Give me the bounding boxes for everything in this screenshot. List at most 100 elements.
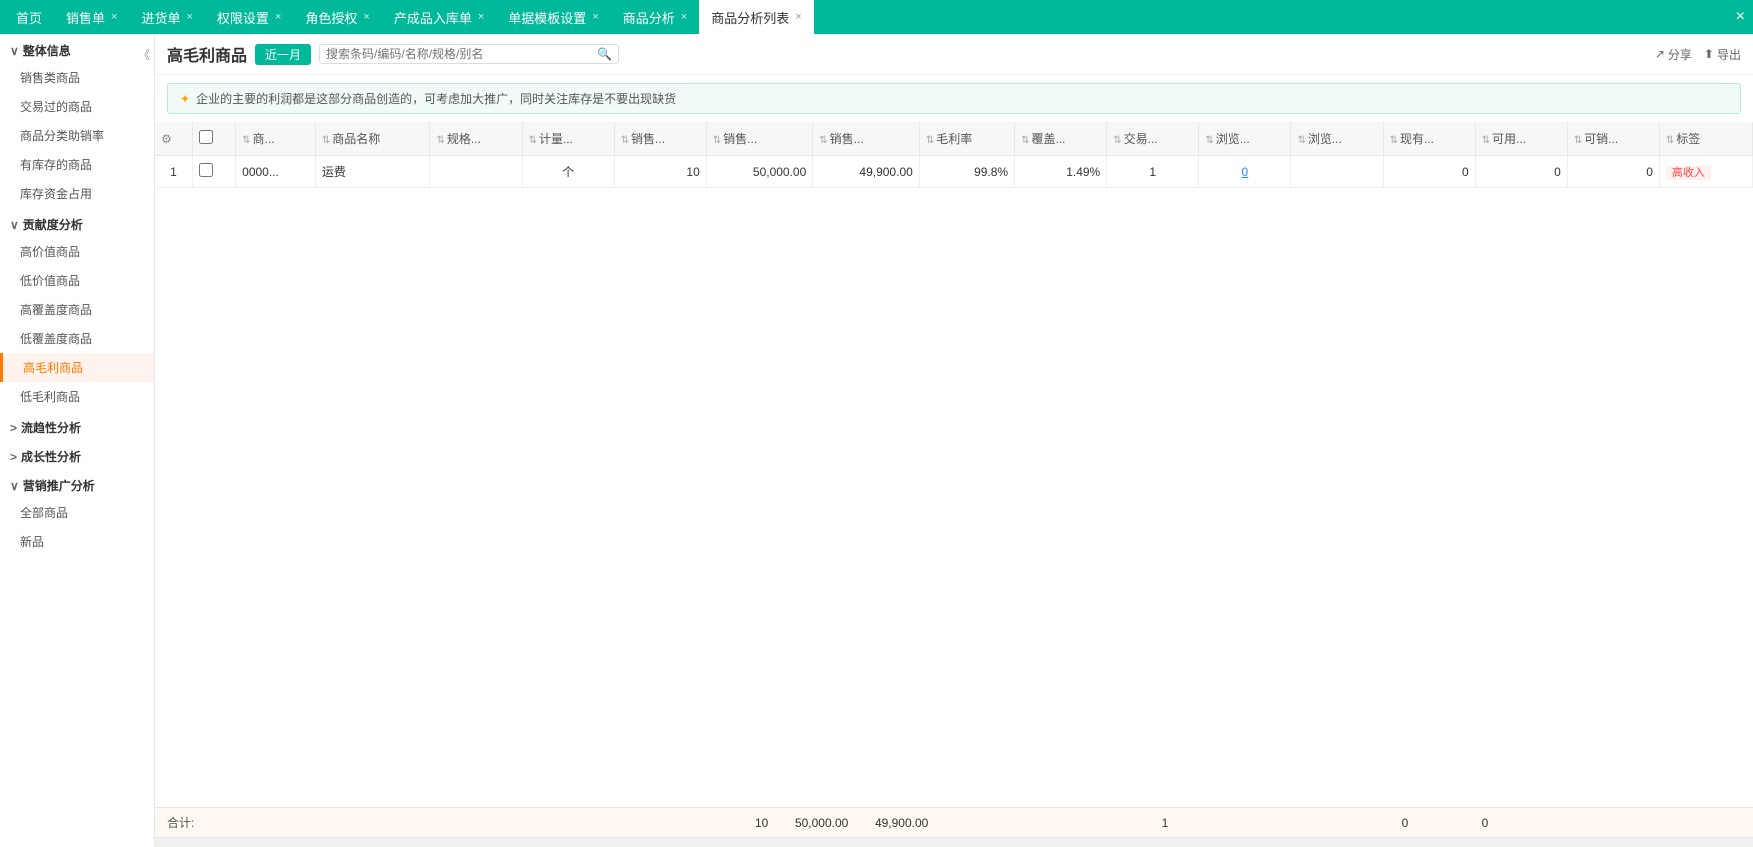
- sort-icon-9: ⇅: [926, 135, 934, 146]
- sidebar-group-2[interactable]: >流趋性分析: [0, 411, 154, 440]
- col-header-2[interactable]: ⇅商...: [236, 122, 316, 156]
- footer-empty5: [534, 816, 614, 830]
- table-wrapper: ⚙⇅商...⇅商品名称⇅规格...⇅计量...⇅销售...⇅销售...⇅销售..…: [155, 122, 1753, 807]
- footer-empty9: [1174, 816, 1254, 830]
- header-actions: ↗ 分享 ⬆ 导出: [1655, 46, 1741, 63]
- nav-close-7[interactable]: ×: [681, 11, 687, 23]
- col-label-8: 销售...: [830, 132, 864, 146]
- row-checkbox[interactable]: [192, 156, 235, 188]
- select-all-checkbox[interactable]: [199, 130, 213, 144]
- sidebar-group-1[interactable]: ∨贡献度分析: [0, 208, 154, 237]
- sidebar-group-label-0: 整体信息: [23, 42, 71, 59]
- col-header-14[interactable]: ⇅现有...: [1383, 122, 1475, 156]
- search-box: 🔍: [319, 44, 619, 64]
- nav-item-7[interactable]: 商品分析×: [611, 0, 699, 34]
- sidebar-group-4[interactable]: ∨营销推广分析: [0, 469, 154, 498]
- nav-item-4[interactable]: 角色授权×: [293, 0, 381, 34]
- col-header-6[interactable]: ⇅销售...: [614, 122, 706, 156]
- col-label-3: 商品名称: [332, 132, 380, 146]
- search-input[interactable]: [326, 47, 597, 61]
- export-button[interactable]: ⬆ 导出: [1704, 46, 1741, 63]
- sort-icon-5: ⇅: [529, 135, 537, 146]
- nav-close-8[interactable]: ×: [795, 11, 801, 23]
- col-header-16[interactable]: ⇅可销...: [1567, 122, 1659, 156]
- table-header-row: ⚙⇅商...⇅商品名称⇅规格...⇅计量...⇅销售...⇅销售...⇅销售..…: [155, 122, 1753, 156]
- col-label-7: 销售...: [723, 132, 757, 146]
- col-header-5[interactable]: ⇅计量...: [522, 122, 614, 156]
- sidebar-item-0-1[interactable]: 交易过的商品: [0, 92, 154, 121]
- main-layout: 《 ∨整体信息销售类商品交易过的商品商品分类助销率有库存的商品库存资金占用∨贡献…: [0, 34, 1753, 847]
- scroll-bar[interactable]: [155, 837, 1753, 847]
- sort-icon-2: ⇅: [242, 135, 250, 146]
- col-header-4[interactable]: ⇅规格...: [430, 122, 522, 156]
- nav-item-3[interactable]: 权限设置×: [205, 0, 293, 34]
- col-header-11[interactable]: ⇅交易...: [1107, 122, 1199, 156]
- nav-item-2[interactable]: 进货单×: [129, 0, 204, 34]
- close-all-icon[interactable]: ×: [1736, 8, 1745, 26]
- settings-icon[interactable]: ⚙: [161, 132, 172, 146]
- nav-close-1[interactable]: ×: [111, 11, 117, 23]
- col-header-0[interactable]: ⚙: [155, 122, 192, 156]
- col-header-12[interactable]: ⇅浏览...: [1199, 122, 1291, 156]
- nav-close-2[interactable]: ×: [186, 11, 192, 23]
- nav-item-5[interactable]: 产成品入库单×: [382, 0, 496, 34]
- sort-icon-13: ⇅: [1297, 135, 1305, 146]
- col-header-8[interactable]: ⇅销售...: [813, 122, 920, 156]
- sidebar-group-0[interactable]: ∨整体信息: [0, 34, 154, 63]
- col-header-13[interactable]: ⇅浏览...: [1291, 122, 1383, 156]
- footer-available: 0: [1414, 816, 1494, 830]
- footer-sales2: 50,000.00: [774, 816, 854, 830]
- sidebar-item-1-2[interactable]: 高覆盖度商品: [0, 295, 154, 324]
- sidebar-item-0-0[interactable]: 销售类商品: [0, 63, 154, 92]
- sidebar-arrow-4: ∨: [10, 479, 19, 493]
- period-button[interactable]: 近一月: [255, 44, 311, 65]
- sidebar-item-1-1[interactable]: 低价值商品: [0, 266, 154, 295]
- row-current: 0: [1383, 156, 1475, 188]
- nav-close-3[interactable]: ×: [275, 11, 281, 23]
- col-header-7[interactable]: ⇅销售...: [706, 122, 813, 156]
- row-transactions: 1: [1107, 156, 1199, 188]
- col-label-12: 浏览...: [1216, 132, 1250, 146]
- row-browse1[interactable]: 0: [1199, 156, 1291, 188]
- col-header-15[interactable]: ⇅可用...: [1475, 122, 1567, 156]
- browse-link[interactable]: 0: [1242, 165, 1249, 179]
- sidebar-group-3[interactable]: >成长性分析: [0, 440, 154, 469]
- nav-item-1[interactable]: 销售单×: [54, 0, 129, 34]
- col-header-17[interactable]: ⇅标签: [1659, 122, 1752, 156]
- footer-empty1: [214, 816, 294, 830]
- share-button[interactable]: ↗ 分享: [1655, 46, 1692, 63]
- col-header-1[interactable]: [192, 122, 235, 156]
- footer-transactions: 1: [1094, 816, 1174, 830]
- sidebar-item-0-4[interactable]: 库存资金占用: [0, 179, 154, 208]
- nav-item-8[interactable]: 商品分析列表×: [699, 0, 813, 34]
- nav-close-6[interactable]: ×: [592, 11, 598, 23]
- table-header: ⚙⇅商...⇅商品名称⇅规格...⇅计量...⇅销售...⇅销售...⇅销售..…: [155, 122, 1753, 156]
- col-label-14: 现有...: [1400, 132, 1434, 146]
- col-label-6: 销售...: [631, 132, 665, 146]
- col-header-10[interactable]: ⇅覆盖...: [1015, 122, 1107, 156]
- nav-close-5[interactable]: ×: [478, 11, 484, 23]
- search-icon[interactable]: 🔍: [597, 47, 612, 61]
- row-checkbox-input[interactable]: [199, 163, 213, 177]
- sidebar-arrow-3: >: [10, 450, 17, 464]
- sidebar-item-1-3[interactable]: 低覆盖度商品: [0, 324, 154, 353]
- sidebar-collapse-btn[interactable]: 《: [134, 44, 154, 64]
- nav-item-6[interactable]: 单据模板设置×: [496, 0, 610, 34]
- footer-label: 合计:: [167, 814, 194, 831]
- row-unit: 个: [522, 156, 614, 188]
- sidebar-item-1-0[interactable]: 高价值商品: [0, 237, 154, 266]
- sidebar-item-0-3[interactable]: 有库存的商品: [0, 150, 154, 179]
- sidebar-item-0-2[interactable]: 商品分类助销率: [0, 121, 154, 150]
- nav-item-0[interactable]: 首页: [4, 0, 54, 34]
- sidebar-item-1-5[interactable]: 低毛利商品: [0, 382, 154, 411]
- sidebar-item-4-0[interactable]: 全部商品: [0, 498, 154, 527]
- nav-close-4[interactable]: ×: [363, 11, 369, 23]
- info-text: 企业的主要的利润都是这部分商品创造的，可考虑加大推广，同时关注库存是不要出现缺货: [196, 90, 676, 107]
- col-label-17: 标签: [1676, 132, 1700, 146]
- col-header-9[interactable]: ⇅毛利率: [919, 122, 1014, 156]
- sidebar-item-1-4[interactable]: 高毛利商品: [0, 353, 154, 382]
- footer-totals: 合计: 10 50,000.00 49,900.00 1 0 0: [155, 807, 1753, 837]
- sidebar-item-4-1[interactable]: 新品: [0, 527, 154, 556]
- col-label-9: 毛利率: [936, 132, 972, 146]
- col-header-3[interactable]: ⇅商品名称: [315, 122, 430, 156]
